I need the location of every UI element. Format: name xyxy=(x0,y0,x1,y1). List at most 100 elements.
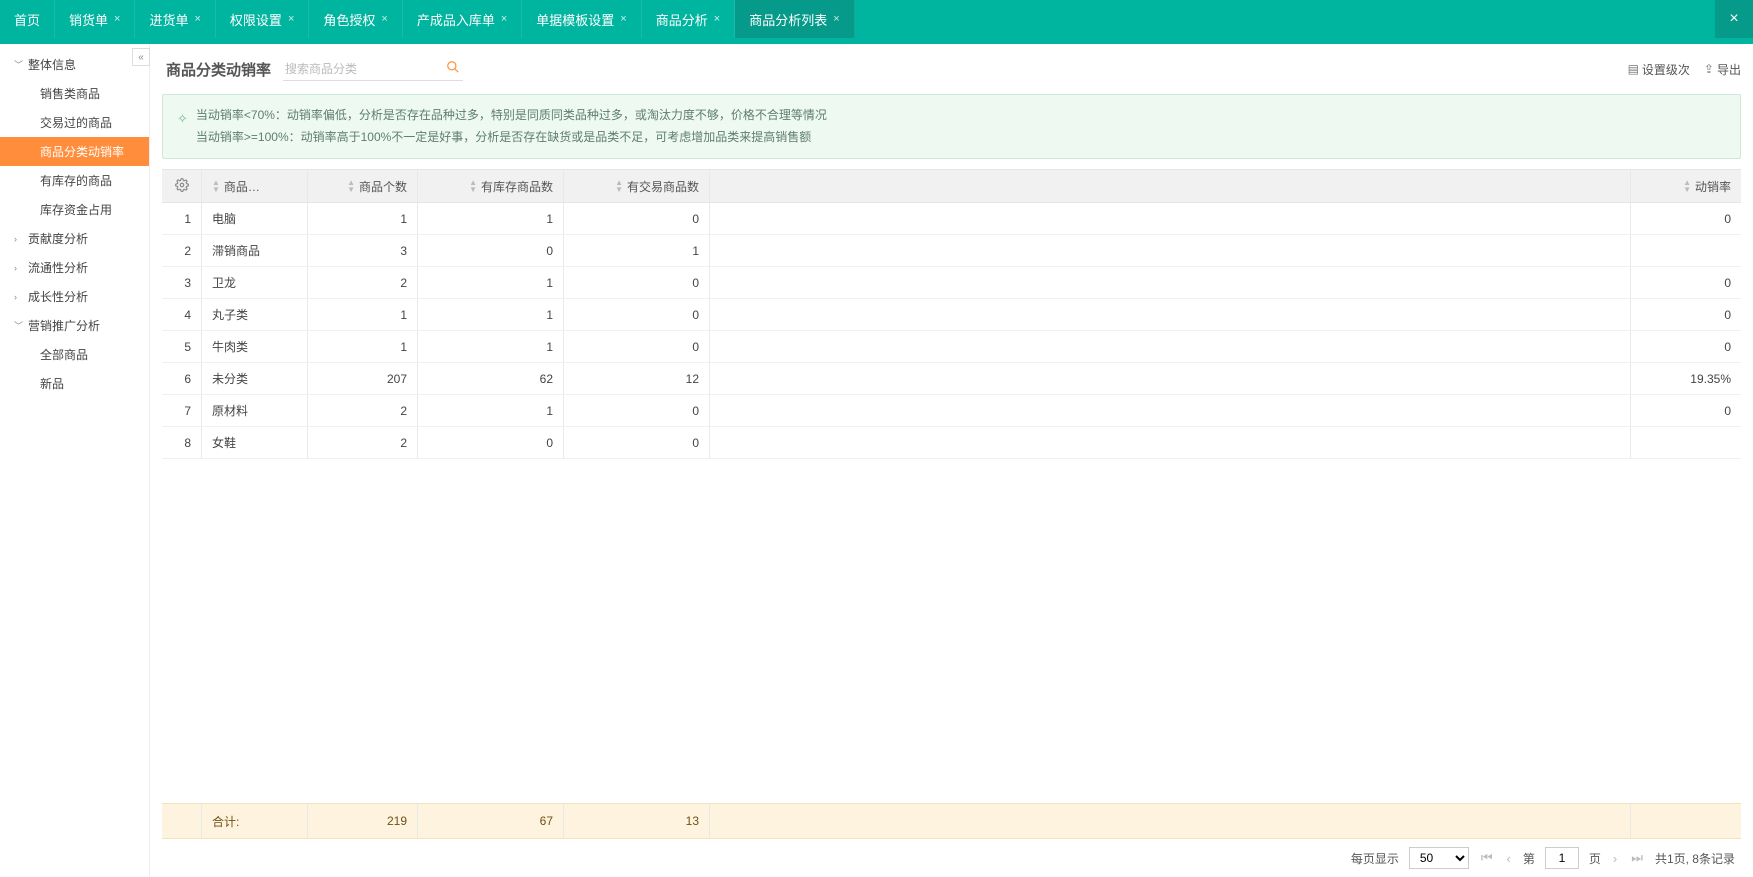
sidebar-group-1[interactable]: ›贡献度分析 xyxy=(0,224,149,253)
cell-trade: 1 xyxy=(564,235,710,266)
table-row[interactable]: 3卫龙2100 xyxy=(162,267,1741,299)
sidebar-item-0-4[interactable]: 库存资金占用 xyxy=(0,195,149,224)
cell-name: 卫龙 xyxy=(202,267,308,298)
top-tabbar: 首页销货单×进货单×权限设置×角色授权×产成品入库单×单据模板设置×商品分析×商… xyxy=(0,0,1753,38)
layout: « ﹀整体信息销售类商品交易过的商品商品分类动销率有库存的商品库存资金占用›贡献… xyxy=(0,44,1753,877)
cell-count: 1 xyxy=(308,203,418,234)
set-level-button[interactable]: ▤ 设置级次 xyxy=(1628,61,1690,78)
table-row[interactable]: 2滞销商品301 xyxy=(162,235,1741,267)
chevron-down-icon: ﹀ xyxy=(14,58,24,71)
sidebar-group-2[interactable]: › 流通性分析 xyxy=(0,253,149,282)
cell-name: 滞销商品 xyxy=(202,235,308,266)
cell-stock: 1 xyxy=(418,331,564,362)
col-count-label: 商品个数 xyxy=(359,178,407,195)
cell-count: 1 xyxy=(308,299,418,330)
tab-3[interactable]: 权限设置× xyxy=(216,0,309,38)
tab-8[interactable]: 商品分析列表× xyxy=(735,0,854,38)
close-icon[interactable]: × xyxy=(288,13,294,25)
sidebar-group-label: 成长性分析 xyxy=(28,288,88,305)
cell-count: 2 xyxy=(308,267,418,298)
tip-line-1: 当动销率<70%：动销率偏低，分析是否存在品种过多，特别是同质同类品种过多，或淘… xyxy=(196,105,827,127)
footer-rate xyxy=(1631,804,1741,838)
tip-line-2: 当动销率>=100%：动销率高于100%不一定是好事，分析是否存在缺货或是品类不… xyxy=(196,127,827,149)
close-icon[interactable]: × xyxy=(501,13,507,25)
close-icon[interactable]: × xyxy=(194,13,200,25)
close-icon[interactable]: × xyxy=(833,13,839,25)
tab-5[interactable]: 产成品入库单× xyxy=(403,0,522,38)
row-index: 1 xyxy=(162,203,202,234)
tab-label: 销货单 xyxy=(69,10,108,29)
cell-count: 207 xyxy=(308,363,418,394)
table-row[interactable]: 4丸子类1100 xyxy=(162,299,1741,331)
table-row[interactable]: 1电脑1100 xyxy=(162,203,1741,235)
cell-trade: 0 xyxy=(564,395,710,426)
column-settings-button[interactable] xyxy=(162,170,202,202)
cell-rate: 0 xyxy=(1631,331,1741,362)
sidebar-item-4-0[interactable]: 全部商品 xyxy=(0,340,149,369)
sidebar-group-label: 整体信息 xyxy=(28,56,76,73)
close-icon[interactable]: × xyxy=(381,13,387,25)
cell-stock: 0 xyxy=(418,427,564,458)
table-row[interactable]: 6未分类207621219.35% xyxy=(162,363,1741,395)
col-header-stock[interactable]: ▲▼ 有库存商品数 xyxy=(418,170,564,202)
footer-stock: 67 xyxy=(418,804,564,838)
cell-count: 1 xyxy=(308,331,418,362)
row-index: 7 xyxy=(162,395,202,426)
last-page-button[interactable]: ⏭ xyxy=(1629,850,1645,866)
close-icon[interactable]: × xyxy=(114,13,120,25)
col-header-rate[interactable]: ▲▼ 动销率 xyxy=(1631,170,1741,202)
tab-label: 单据模板设置 xyxy=(536,10,614,29)
cell-stock: 0 xyxy=(418,235,564,266)
sidebar-item-4-1[interactable]: 新品 xyxy=(0,369,149,398)
sidebar-group-label: 贡献度分析 xyxy=(28,230,88,247)
sidebar-group-4[interactable]: ﹀营销推广分析 xyxy=(0,311,149,340)
prev-page-button[interactable]: ‹ xyxy=(1505,851,1513,866)
cell-count: 2 xyxy=(308,395,418,426)
next-page-button[interactable]: › xyxy=(1611,851,1619,866)
cell-rate: 0 xyxy=(1631,267,1741,298)
search-input[interactable] xyxy=(283,58,442,80)
page-title: 商品分类动销率 xyxy=(166,59,271,80)
table-row[interactable]: 7原材料2100 xyxy=(162,395,1741,427)
cell-rate: 0 xyxy=(1631,203,1741,234)
chevron-down-icon: ﹀ xyxy=(14,319,24,332)
page-label-before: 第 xyxy=(1523,850,1535,867)
close-icon[interactable]: × xyxy=(620,13,626,25)
page-input[interactable] xyxy=(1545,847,1579,869)
tabbar-close-button[interactable]: × xyxy=(1715,0,1753,38)
search-icon[interactable] xyxy=(442,60,464,77)
first-page-button[interactable]: ⏮ xyxy=(1479,850,1495,866)
chevron-right-icon: › xyxy=(14,263,24,273)
sidebar-item-0-1[interactable]: 交易过的商品 xyxy=(0,108,149,137)
table-row[interactable]: 8女鞋200 xyxy=(162,427,1741,459)
list-icon: ▤ xyxy=(1628,62,1639,76)
tab-7[interactable]: 商品分析× xyxy=(642,0,735,38)
cell-trade: 0 xyxy=(564,267,710,298)
export-button[interactable]: ⇪ 导出 xyxy=(1704,61,1741,78)
row-index: 4 xyxy=(162,299,202,330)
cell-trade: 0 xyxy=(564,203,710,234)
tab-4[interactable]: 角色授权× xyxy=(309,0,402,38)
sidebar-item-0-0[interactable]: 销售类商品 xyxy=(0,79,149,108)
cell-gap xyxy=(710,299,1631,330)
col-header-count[interactable]: ▲▼ 商品个数 xyxy=(308,170,418,202)
col-header-trade[interactable]: ▲▼ 有交易商品数 xyxy=(564,170,710,202)
table-row[interactable]: 5牛肉类1100 xyxy=(162,331,1741,363)
tab-0[interactable]: 首页 xyxy=(0,0,55,38)
cell-name: 丸子类 xyxy=(202,299,308,330)
sidebar-item-0-3[interactable]: 有库存的商品 xyxy=(0,166,149,195)
sidebar-group-label: 流通性分析 xyxy=(28,259,88,276)
sidebar-group-3[interactable]: ›成长性分析 xyxy=(0,282,149,311)
tab-6[interactable]: 单据模板设置 × xyxy=(522,0,641,38)
close-icon[interactable]: × xyxy=(714,13,720,25)
tab-1[interactable]: 销货单 × xyxy=(55,0,135,38)
page-label-after: 页 xyxy=(1589,850,1601,867)
sort-icon: ▲▼ xyxy=(212,179,220,193)
per-page-select[interactable]: 50 xyxy=(1409,847,1469,869)
sidebar-group-0[interactable]: ﹀ 整体信息 xyxy=(0,50,149,79)
sidebar-collapse-button[interactable]: « xyxy=(132,48,150,66)
col-header-name[interactable]: ▲▼ 商品… xyxy=(202,170,308,202)
tab-2[interactable]: 进货单× xyxy=(135,0,215,38)
sidebar-item-0-2[interactable]: 商品分类动销率 xyxy=(0,137,149,166)
col-trade-label: 有交易商品数 xyxy=(627,178,699,195)
